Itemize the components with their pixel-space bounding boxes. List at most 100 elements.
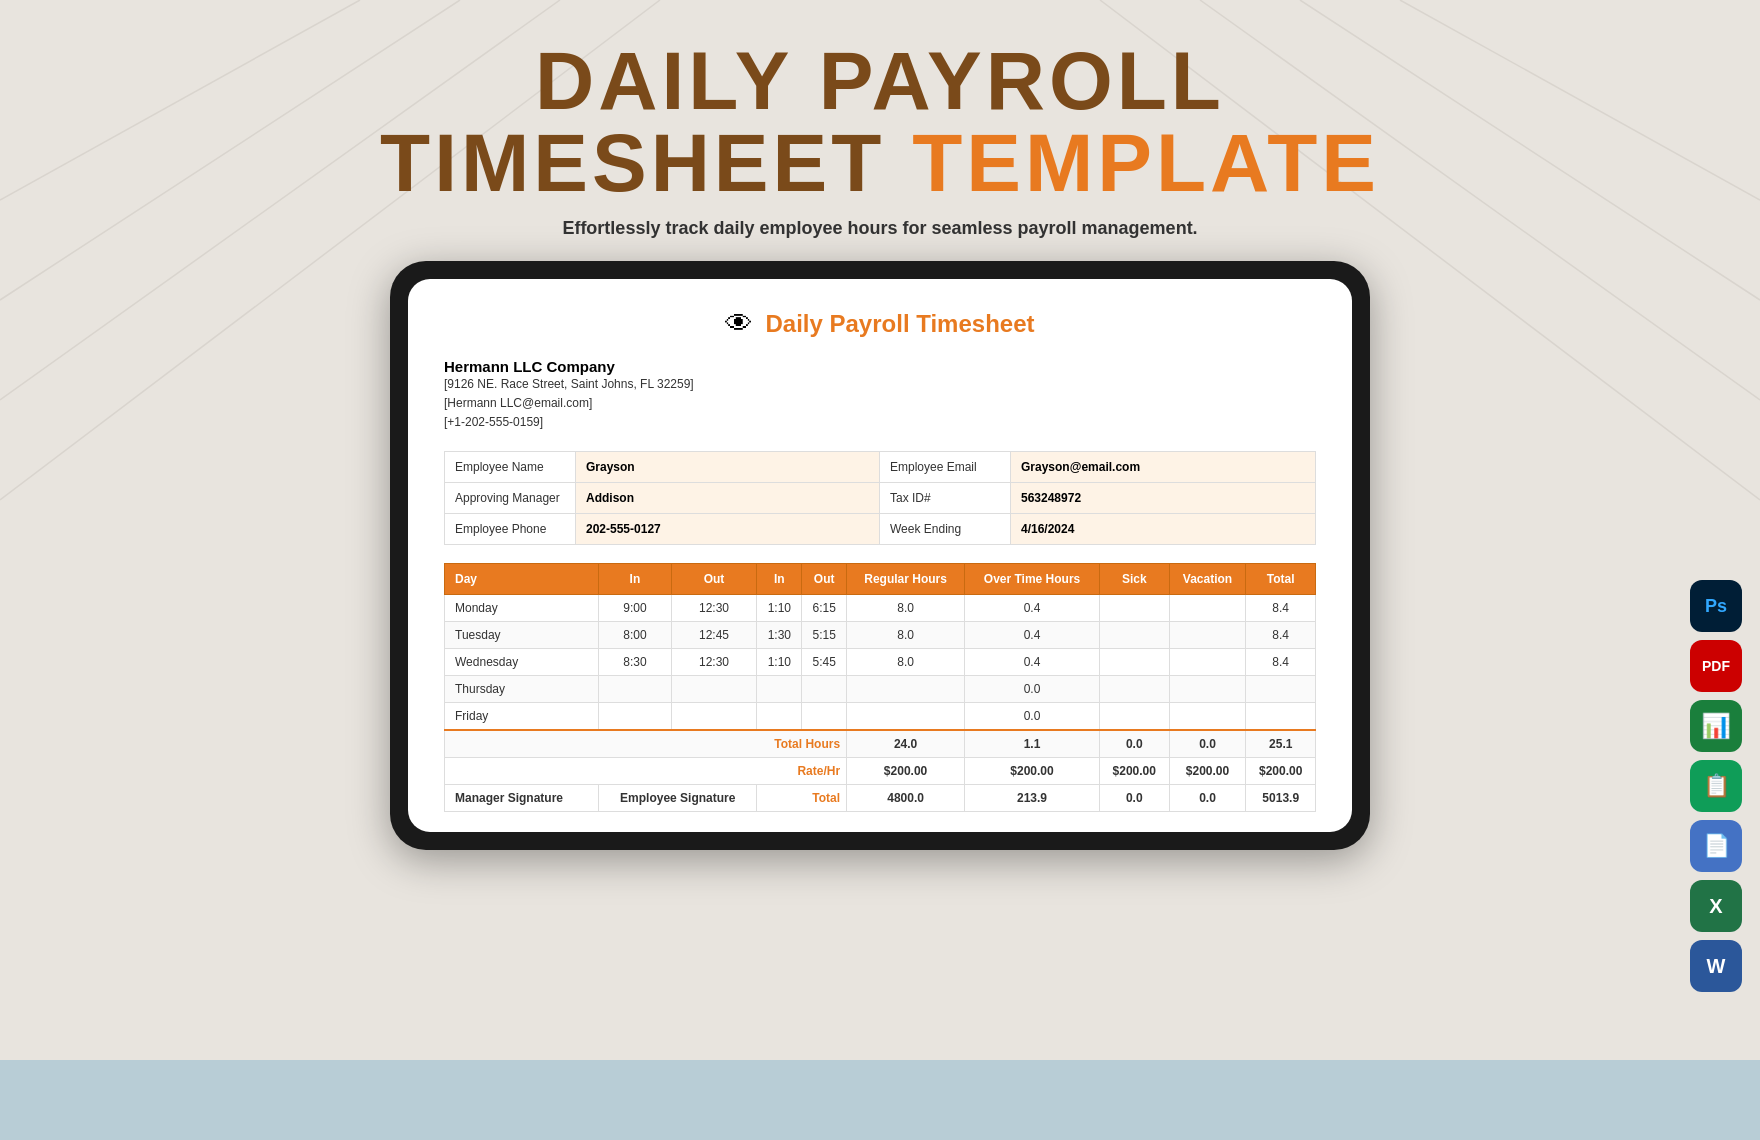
cell-in2: 1:30 [757,621,802,648]
rate-label: Rate/Hr [445,757,847,784]
cell-overtime: 0.0 [965,675,1100,702]
rate-sick: $200.00 [1100,757,1170,784]
taxid-label: Tax ID# [880,483,1010,513]
weekending-row: Week Ending 4/16/2024 [880,514,1315,544]
cell-out2 [802,675,847,702]
employee-sig: Employee Signature [599,784,757,811]
taxid-value: 563248972 [1010,483,1315,513]
employee-email-label: Employee Email [880,452,1010,482]
table-row: Wednesday 8:30 12:30 1:10 5:45 8.0 0.4 8… [445,648,1316,675]
table-header-row: Day In Out In Out Regular Hours Over Tim… [445,563,1316,594]
employee-name-label: Employee Name [445,452,575,482]
tablet-frame: 👁 Daily Payroll Timesheet Hermann LLC Co… [390,261,1370,850]
cell-in1 [599,702,671,730]
cell-vacation [1169,675,1246,702]
cell-vacation [1169,702,1246,730]
table-row: Friday 0.0 [445,702,1316,730]
th-total: Total [1246,563,1316,594]
app-icons-panel: Ps PDF 📊 📋 📄 X W [1690,580,1742,992]
pdf-label: PDF [1702,658,1730,674]
bottom-bar [0,1060,1760,1140]
app-icon-docs[interactable]: 📄 [1690,820,1742,872]
table-row: Thursday 0.0 [445,675,1316,702]
cell-out2 [802,702,847,730]
cell-in2: 1:10 [757,594,802,621]
manager-value: Addison [575,483,879,513]
cell-day: Tuesday [445,621,599,648]
cell-out1 [671,702,757,730]
main-container: DAILY PAYROLL TIMESHEET TEMPLATE Effortl… [0,0,1760,850]
sheet-icon: 👁 [725,307,753,340]
totals-regular: 24.0 [847,730,965,758]
rate-overtime: $200.00 [965,757,1100,784]
cell-day: Monday [445,594,599,621]
employee-email-row: Employee Email Grayson@email.com [880,452,1315,483]
grand-total: 5013.9 [1246,784,1316,811]
app-icon-pdf[interactable]: PDF [1690,640,1742,692]
th-out2: Out [802,563,847,594]
company-phone: [+1-202-555-0159] [444,413,1316,432]
title-line2-orange: TEMPLATE [912,117,1380,208]
weekending-value: 4/16/2024 [1010,514,1315,544]
cell-sick [1100,675,1170,702]
totals-row: Total Hours 24.0 1.1 0.0 0.0 25.1 [445,730,1316,758]
rate-total: $200.00 [1246,757,1316,784]
totals-sick: 0.0 [1100,730,1170,758]
th-sick: Sick [1100,563,1170,594]
ps-label: Ps [1705,596,1727,617]
th-out1: Out [671,563,757,594]
excel-label: X [1709,895,1722,918]
cell-overtime: 0.0 [965,702,1100,730]
cell-overtime: 0.4 [965,594,1100,621]
numbers-icon: 📊 [1701,712,1731,740]
title-line1: DAILY PAYROLL [535,40,1225,122]
table-row: Monday 9:00 12:30 1:10 6:15 8.0 0.4 8.4 [445,594,1316,621]
sheets-icon: 📋 [1703,773,1730,799]
grand-regular: 4800.0 [847,784,965,811]
cell-in1 [599,675,671,702]
cell-in1: 8:00 [599,621,671,648]
cell-regular: 8.0 [847,621,965,648]
employee-name-value: Grayson [575,452,879,482]
cell-out2: 6:15 [802,594,847,621]
app-icon-word[interactable]: W [1690,940,1742,992]
cell-sick [1100,648,1170,675]
cell-overtime: 0.4 [965,621,1100,648]
timesheet-table: Day In Out In Out Regular Hours Over Tim… [444,563,1316,812]
employee-email-value: Grayson@email.com [1010,452,1315,482]
cell-vacation [1169,648,1246,675]
grand-overtime: 213.9 [965,784,1100,811]
totals-label: Total Hours [445,730,847,758]
th-day: Day [445,563,599,594]
weekending-label: Week Ending [880,514,1010,544]
app-icon-photoshop[interactable]: Ps [1690,580,1742,632]
cell-regular: 8.0 [847,648,965,675]
manager-row: Approving Manager Addison [445,483,880,514]
page-subtitle: Effortlessly track daily employee hours … [562,218,1197,239]
phone-label: Employee Phone [445,514,575,544]
tablet-inner: 👁 Daily Payroll Timesheet Hermann LLC Co… [408,279,1352,832]
cell-sick [1100,702,1170,730]
cell-in2 [757,702,802,730]
company-email: [Hermann LLC@email.com] [444,394,1316,413]
cell-total [1246,702,1316,730]
cell-out1: 12:30 [671,594,757,621]
rate-regular: $200.00 [847,757,965,784]
manager-sig: Manager Signature [445,784,599,811]
app-icon-numbers[interactable]: 📊 [1690,700,1742,752]
app-icon-sheets[interactable]: 📋 [1690,760,1742,812]
grand-total-row: Manager Signature Employee Signature Tot… [445,784,1316,811]
employee-name-row: Employee Name Grayson [445,452,880,483]
totals-overtime: 1.1 [965,730,1100,758]
cell-overtime: 0.4 [965,648,1100,675]
sheet-title: Daily Payroll Timesheet [765,310,1034,338]
cell-day: Thursday [445,675,599,702]
cell-in1: 9:00 [599,594,671,621]
company-info: Hermann LLC Company [9126 NE. Race Stree… [444,358,1316,433]
cell-day: Friday [445,702,599,730]
totals-vacation: 0.0 [1169,730,1246,758]
app-icon-excel[interactable]: X [1690,880,1742,932]
cell-regular [847,702,965,730]
th-in1: In [599,563,671,594]
rate-vacation: $200.00 [1169,757,1246,784]
